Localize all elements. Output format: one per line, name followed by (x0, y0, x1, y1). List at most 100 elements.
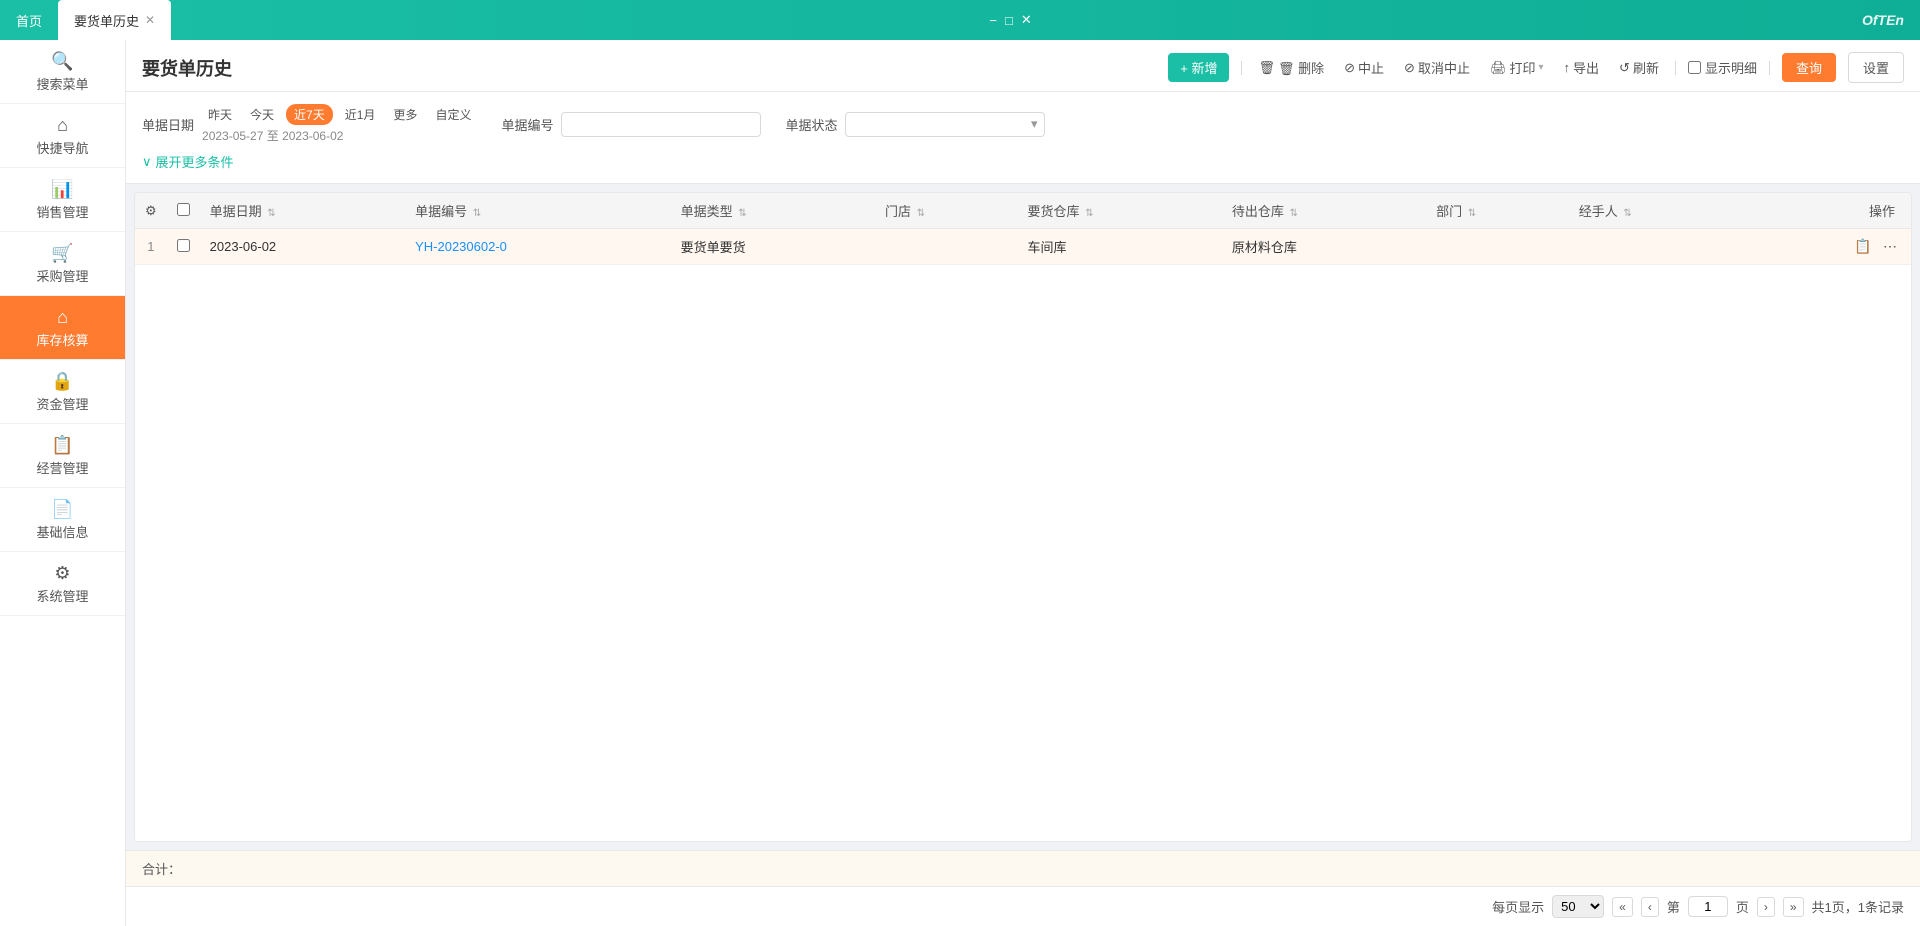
col-req-warehouse: 要货仓库 ⇅ (1018, 193, 1222, 229)
select-all-checkbox[interactable] (177, 203, 190, 216)
tab-requisition-history[interactable]: 要货单历史 ✕ (58, 0, 171, 40)
requisition-table: ⚙ 单据日期 ⇅ 单据编号 ⇅ (135, 193, 1911, 265)
cancel-stop-label: 取消中止 (1418, 58, 1470, 77)
col-store: 门店 ⇅ (875, 193, 1018, 229)
tab-home[interactable]: 首页 (0, 0, 58, 40)
sidebar-item-finance[interactable]: 🔒 资金管理 (0, 360, 125, 424)
col-doc-number: 单据编号 ⇅ (405, 193, 671, 229)
window-close-btn[interactable]: ✕ (1021, 12, 1032, 28)
row-more-icon[interactable]: ⋯ (1879, 236, 1901, 256)
doc-number-input[interactable] (561, 112, 761, 137)
window-minimize-btn[interactable]: − (989, 13, 997, 28)
display-detail-checkbox[interactable] (1688, 61, 1701, 74)
sidebar-item-search-menu-label: 搜索菜单 (36, 74, 88, 93)
stop-label: 中止 (1358, 58, 1384, 77)
cancel-stop-button[interactable]: ⊘ 取消中止 (1400, 56, 1474, 79)
filter-area: 单据日期 昨天 今天 近7天 近1月 更多 自定义 2023-05-27 至 2… (126, 92, 1920, 184)
page-title: 要货单历史 (142, 55, 1168, 81)
col-checkbox (167, 193, 200, 229)
row-select-checkbox[interactable] (177, 239, 190, 252)
table-footer: 合计： (126, 850, 1920, 886)
toolbar: + 新增 🗑 🗑 删除 ⊘ 中止 ⊘ 取消中止 🖨 打印 ▾ (1168, 52, 1904, 83)
first-page-btn[interactable]: « (1612, 897, 1633, 917)
doc-status-select[interactable] (845, 112, 1045, 137)
sidebar-item-quick-nav[interactable]: ⌂ 快捷导航 (0, 104, 125, 168)
display-detail-label: 显示明细 (1705, 58, 1757, 77)
delete-button[interactable]: 🗑 🗑 删除 (1254, 56, 1328, 79)
settings-col-icon: ⚙ (145, 203, 157, 218)
row-handler (1569, 229, 1742, 265)
sort-req-warehouse-icon[interactable]: ⇅ (1085, 208, 1093, 219)
col-settings[interactable]: ⚙ (135, 193, 167, 229)
stop-button[interactable]: ⊘ 中止 (1340, 56, 1388, 79)
sidebar-item-search-menu[interactable]: 🔍 搜索菜单 (0, 40, 125, 104)
doc-status-filter: 单据状态 (785, 112, 1045, 137)
top-bar: 首页 要货单历史 ✕ − □ ✕ OfTEn (0, 0, 1920, 40)
system-icon: ⚙ (54, 564, 70, 582)
sidebar-item-basic-info-label: 基础信息 (36, 522, 88, 541)
shortcut-yesterday[interactable]: 昨天 (202, 104, 238, 125)
sidebar-item-sales-label: 销售管理 (36, 202, 88, 221)
doc-status-select-wrapper (845, 112, 1045, 137)
sort-doc-number-icon[interactable]: ⇅ (473, 208, 481, 219)
col-doc-type: 单据类型 ⇅ (671, 193, 875, 229)
export-button[interactable]: ↑ 导出 (1560, 56, 1604, 79)
window-maximize-btn[interactable]: □ (1005, 13, 1013, 28)
col-pending-warehouse-label: 待出仓库 (1232, 204, 1284, 219)
col-pending-warehouse: 待出仓库 ⇅ (1222, 193, 1426, 229)
settings-button[interactable]: 设置 (1848, 52, 1904, 83)
refresh-button[interactable]: ↺ 刷新 (1615, 56, 1663, 79)
export-icon: ↑ (1564, 60, 1571, 75)
sort-store-icon[interactable]: ⇅ (917, 208, 925, 219)
sort-handler-icon[interactable]: ⇅ (1623, 208, 1631, 219)
table-area: ⚙ 单据日期 ⇅ 单据编号 ⇅ (134, 192, 1912, 842)
new-button[interactable]: + 新增 (1168, 53, 1229, 82)
col-doc-number-label: 单据编号 (415, 204, 467, 219)
col-dept-label: 部门 (1436, 204, 1462, 219)
sort-dept-icon[interactable]: ⇅ (1468, 208, 1476, 219)
sidebar-item-quick-nav-label: 快捷导航 (36, 138, 88, 157)
row-req-warehouse: 车间库 (1018, 229, 1222, 265)
page-size-select[interactable]: 10 20 50 100 (1552, 895, 1604, 918)
sidebar-item-inventory[interactable]: ⌂ 库存核算 (0, 296, 125, 360)
date-filter-label: 单据日期 (142, 115, 194, 134)
page-number-input[interactable] (1688, 896, 1728, 917)
cancel-stop-icon: ⊘ (1404, 60, 1415, 76)
tab-close-icon[interactable]: ✕ (145, 13, 155, 27)
shortcut-7days[interactable]: 近7天 (286, 104, 333, 125)
sidebar-item-purchase[interactable]: 🛒 采购管理 (0, 232, 125, 296)
sort-pending-warehouse-icon[interactable]: ⇅ (1289, 208, 1297, 219)
sales-icon: 📊 (51, 180, 73, 198)
table-header: ⚙ 单据日期 ⇅ 单据编号 ⇅ (135, 193, 1911, 229)
tab-bar: 首页 要货单历史 ✕ (0, 0, 171, 40)
sidebar-item-operations[interactable]: 📋 经营管理 (0, 424, 125, 488)
sort-doc-date-icon[interactable]: ⇅ (267, 208, 275, 219)
toolbar-divider-2 (1675, 61, 1676, 75)
sidebar-item-basic-info[interactable]: 📄 基础信息 (0, 488, 125, 552)
brand-label: OfTEn (1862, 12, 1920, 28)
print-button[interactable]: 🖨 打印 ▾ (1486, 56, 1548, 79)
sort-doc-type-icon[interactable]: ⇅ (738, 208, 746, 219)
sidebar-item-system[interactable]: ⚙ 系统管理 (0, 552, 125, 616)
row-dept (1426, 229, 1569, 265)
row-edit-icon[interactable]: 📋 (1850, 236, 1875, 256)
export-label: 导出 (1573, 58, 1599, 77)
display-detail-toggle[interactable]: 显示明细 (1688, 58, 1757, 77)
sidebar-item-sales[interactable]: 📊 销售管理 (0, 168, 125, 232)
shortcut-1month[interactable]: 近1月 (339, 104, 382, 125)
last-page-btn[interactable]: » (1783, 897, 1804, 917)
query-button[interactable]: 查询 (1782, 53, 1836, 82)
sidebar-item-finance-label: 资金管理 (36, 394, 88, 413)
shortcut-more[interactable]: 更多 (387, 104, 423, 125)
delete-label: 🗑 删除 (1278, 58, 1324, 77)
prev-page-btn[interactable]: ‹ (1641, 897, 1659, 917)
doc-number-link[interactable]: YH-20230602-0 (415, 239, 507, 254)
expand-more-btn[interactable]: ∨ 展开更多条件 (142, 152, 1904, 171)
col-req-warehouse-label: 要货仓库 (1028, 204, 1080, 219)
shortcut-today[interactable]: 今天 (244, 104, 280, 125)
pagination-bar: 每页显示 10 20 50 100 « ‹ 第 页 › » 共1页，1条记录 (126, 886, 1920, 926)
inventory-icon: ⌂ (57, 308, 68, 326)
shortcut-custom[interactable]: 自定义 (429, 104, 477, 125)
next-page-btn[interactable]: › (1757, 897, 1775, 917)
date-shortcuts: 昨天 今天 近7天 近1月 更多 自定义 2023-05-27 至 2023-0… (202, 104, 477, 144)
